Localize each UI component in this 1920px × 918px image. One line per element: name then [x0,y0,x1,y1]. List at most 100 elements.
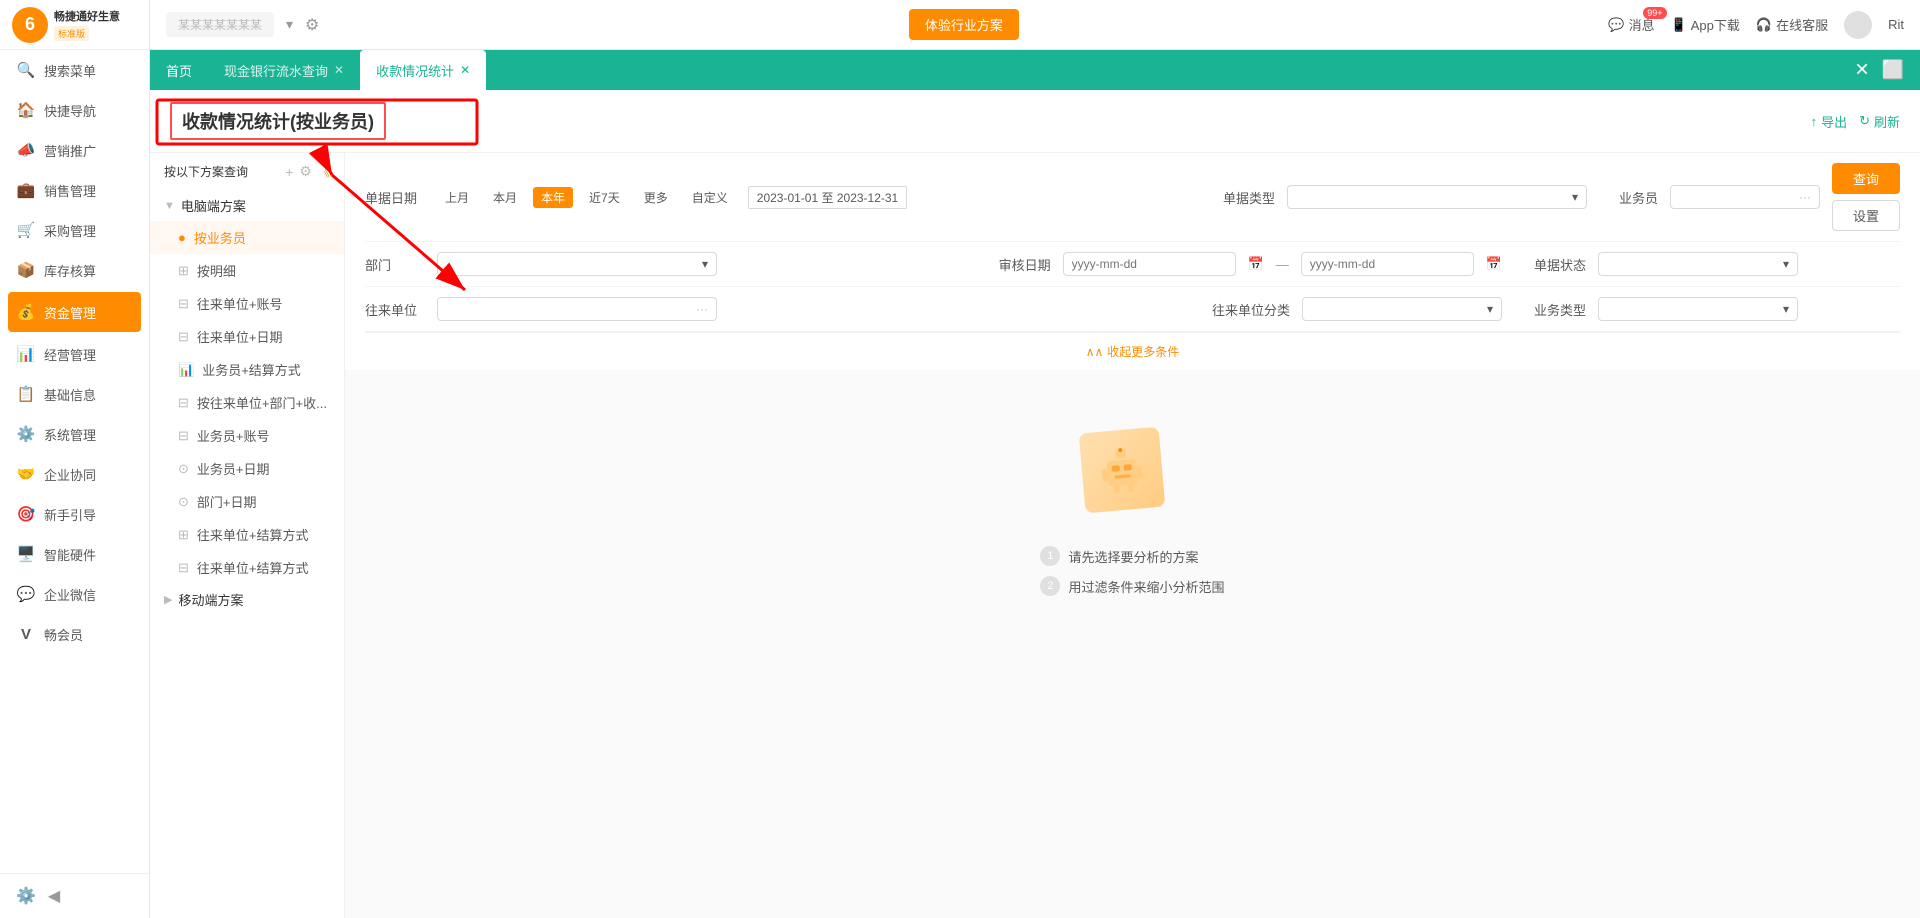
sidebar-item-inventory[interactable]: 📦 库存核算 [0,250,149,290]
salesperson-select[interactable]: ··· [1670,185,1820,209]
date-tab-prev-month[interactable]: 上月 [437,187,477,208]
app-download-btn[interactable]: 📱 App下载 [1671,15,1740,34]
panel-item-party-settlement1[interactable]: ⊞ 往来单位+结算方式 [150,518,344,551]
sidebar-item-sales[interactable]: 💼 销售管理 [0,170,149,210]
doc-status-select[interactable]: ▾ [1598,252,1798,276]
mobile-section-title[interactable]: ▶ 移动端方案 [150,584,344,615]
collapse-icon: ∧∧ [1086,345,1104,359]
mobile-section: ▶ 移动端方案 [150,584,344,615]
sidebar-item-hardware[interactable]: 🖥️ 智能硬件 [0,534,149,574]
breadcrumb-dropdown-icon[interactable]: ▾ [286,16,293,33]
date-tab-custom[interactable]: 自定义 [684,187,736,208]
review-date-from[interactable] [1063,252,1236,276]
calendar-from-icon[interactable]: 📅 [1248,256,1264,272]
doc-type-select[interactable]: ▾ [1287,185,1587,209]
panel-add-btn[interactable]: + [285,164,293,180]
header-gear-icon[interactable]: ⚙ [305,15,319,35]
salesperson-settlement-icon: 📊 [178,362,194,378]
panel-item-party-dept[interactable]: ⊟ 按往来单位+部门+收... [150,386,344,419]
doc-status-label: 单据状态 [1534,255,1586,274]
tab-bank-flow[interactable]: 现金银行流水查询 ✕ [208,50,360,90]
section-expand-icon: ▼ [164,200,175,212]
collapse-more-conditions[interactable]: ∧∧ 收起更多条件 [365,332,1900,370]
review-date-to[interactable] [1301,252,1474,276]
dept-date-icon: ⊙ [178,494,189,510]
salesperson-date-icon: ⊙ [178,461,189,477]
empty-image [1082,430,1182,530]
panel-header: 按以下方案查询 + ⚙ 《 [150,153,344,190]
settings-bottom-icon[interactable]: ⚙️ [16,886,36,906]
marketing-icon: 📣 [16,140,36,160]
step-num-1: 1 [1040,546,1060,566]
panel-item-by-salesperson[interactable]: ● 按业务员 [150,221,344,254]
date-tab-7days[interactable]: 近7天 [581,187,628,208]
member-icon: V [16,624,36,644]
calendar-to-icon[interactable]: 📅 [1486,256,1502,272]
date-tab-this-month[interactable]: 本月 [485,187,525,208]
panel-item-salesperson-settlement[interactable]: 📊 业务员+结算方式 [150,353,344,386]
trial-btn[interactable]: 体验行业方案 [909,9,1019,40]
avatar[interactable] [1844,11,1872,39]
online-service-btn[interactable]: 🎧 在线客服 [1756,15,1828,34]
party-settlement2-icon: ⊟ [178,560,189,576]
sidebar-item-wechat[interactable]: 💬 企业微信 [0,574,149,614]
sidebar-item-label: 智能硬件 [44,545,96,564]
dept-select[interactable]: ▾ [437,252,717,276]
tab-maximize-icon[interactable]: ⬜ [1882,60,1904,81]
refresh-btn[interactable]: ↻ 刷新 [1859,112,1900,131]
query-btn[interactable]: 查询 [1832,163,1900,194]
panel-collapse-btn[interactable]: 《 [318,163,330,180]
panel-item-dept-date[interactable]: ⊙ 部门+日期 [150,485,344,518]
desktop-section-title[interactable]: ▼ 电脑端方案 [150,190,344,221]
party-settlement1-icon: ⊞ [178,527,189,543]
panel-item-party-settlement2[interactable]: ⊟ 往来单位+结算方式 [150,551,344,584]
party-select[interactable]: ··· [437,297,717,321]
tab-close-all-icon[interactable]: ✕ [1854,60,1869,81]
export-btn[interactable]: ↑ 导出 [1811,112,1848,131]
sidebar-item-label: 经营管理 [44,345,96,364]
dept-chevron: ▾ [702,257,708,271]
tab-collection-stat-close[interactable]: ✕ [460,64,470,76]
collapse-sidebar-icon[interactable]: ◀ [48,886,60,906]
sidebar-item-search[interactable]: 🔍 搜索菜单 [0,50,149,90]
panel-settings-btn[interactable]: ⚙ [299,163,312,180]
app-logo: 6 畅捷通好生意 标准版 [0,0,149,50]
app-download-label: App下载 [1691,15,1740,34]
sidebar-item-operations[interactable]: 📊 经营管理 [0,334,149,374]
sidebar-item-quicknav[interactable]: 🏠 快捷导航 [0,90,149,130]
sidebar-item-corp[interactable]: 🤝 企业协同 [0,454,149,494]
panel-item-party-account[interactable]: ⊟ 往来单位+账号 [150,287,344,320]
party-cat-chevron: ▾ [1487,302,1493,316]
sidebar-item-system[interactable]: ⚙️ 系统管理 [0,414,149,454]
tab-collection-stat[interactable]: 收款情况统计 ✕ [360,50,486,90]
sidebar-item-marketing[interactable]: 📣 营销推广 [0,130,149,170]
tab-home[interactable]: 首页 [150,50,208,90]
sidebar-item-label: 快捷导航 [44,101,96,120]
date-tab-this-year[interactable]: 本年 [533,187,573,208]
setting-btn[interactable]: 设置 [1832,200,1900,231]
sidebar-item-guide[interactable]: 🎯 新手引导 [0,494,149,534]
sidebar-item-purchase[interactable]: 🛒 采购管理 [0,210,149,250]
date-range-display: 2023-01-01 至 2023-12-31 [748,186,907,209]
sidebar-item-finance[interactable]: 💰 资金管理 [8,292,141,332]
tab-bank-flow-close[interactable]: ✕ [334,64,344,76]
step-num-2: 2 [1040,576,1060,596]
party-category-select[interactable]: ▾ [1302,297,1502,321]
sidebar-item-member[interactable]: V 畅会员 [0,614,149,654]
panel-item-by-detail[interactable]: ⊞ 按明细 [150,254,344,287]
panel-item-salesperson-account[interactable]: ⊟ 业务员+账号 [150,419,344,452]
panel-item-salesperson-date[interactable]: ⊙ 业务员+日期 [150,452,344,485]
top-header: 某某某某某某某 ▾ ⚙ 体验行业方案 💬 消息 99+ 📱 App下载 🎧 在线… [150,0,1920,50]
page-header: 收款情况统计(按业务员) ↑ 导出 ↻ 刷新 [150,90,1920,153]
panel-item-party-date[interactable]: ⊟ 往来单位+日期 [150,320,344,353]
export-icon: ↑ [1811,114,1818,129]
sidebar-item-base[interactable]: 📋 基础信息 [0,374,149,414]
party-account-icon: ⊟ [178,296,189,312]
search-icon: 🔍 [16,60,36,80]
step-1-text: 请先选择要分析的方案 [1068,547,1198,566]
date-tab-more[interactable]: 更多 [636,187,676,208]
message-badge: 99+ [1643,7,1666,19]
party-more-icon: ··· [696,302,708,316]
message-btn[interactable]: 💬 消息 99+ [1608,15,1654,34]
biz-type-select[interactable]: ▾ [1598,297,1798,321]
